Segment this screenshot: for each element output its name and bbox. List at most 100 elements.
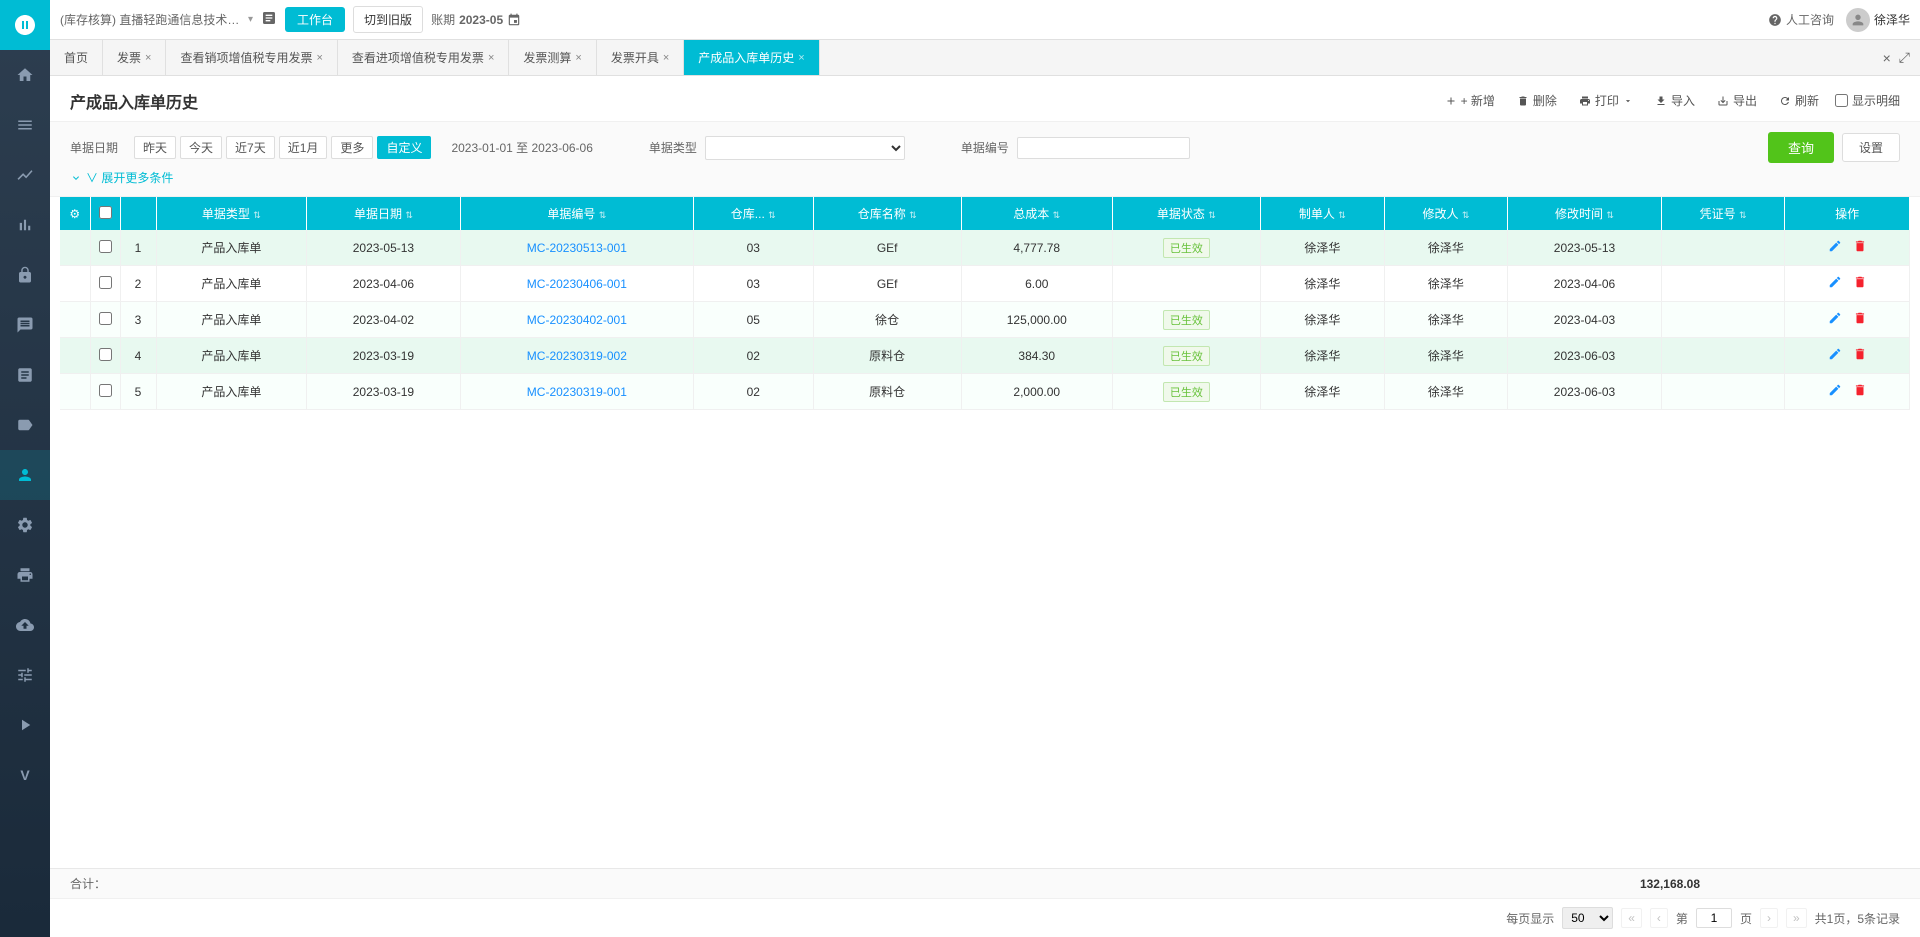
date-yesterday-btn[interactable]: 昨天 [134,136,176,159]
sidebar-item-config[interactable] [0,650,50,700]
date-today-btn[interactable]: 今天 [180,136,222,159]
row-number-cell[interactable]: MC-20230402-001 [460,302,693,338]
sidebar-item-lock[interactable] [0,250,50,300]
refresh-button[interactable]: 刷新 [1773,88,1825,113]
tab-input-vat[interactable]: 查看进项增值税专用发票 × [338,40,509,75]
row-number-link[interactable]: MC-20230513-001 [527,241,627,255]
tab-invoice[interactable]: 发票 × [103,40,166,75]
date-7days-btn[interactable]: 近7天 [226,136,275,159]
page-number-input[interactable] [1696,908,1732,928]
last-page-button[interactable]: » [1786,908,1807,928]
tab-invoice-issue[interactable]: 发票开具 × [597,40,684,75]
workbench-button[interactable]: 工作台 [285,7,345,32]
sidebar-item-message[interactable] [0,300,50,350]
row-edit-button[interactable] [1824,381,1846,402]
tab-close-icon[interactable]: × [316,52,322,64]
expand-more-button[interactable]: ∨ 展开更多条件 [70,169,173,186]
delete-button[interactable]: 删除 [1511,88,1563,113]
tab-invoice-calc[interactable]: 发票测算 × [509,40,596,75]
sidebar-item-analytics[interactable] [0,200,50,250]
next-page-button[interactable]: › [1760,908,1778,928]
tab-close-icon[interactable]: × [663,52,669,64]
row-number-link[interactable]: MC-20230319-002 [527,349,627,363]
col-type[interactable]: 单据类型 ⇅ [156,197,307,230]
per-page-select[interactable]: 50 100 [1562,907,1613,929]
col-warehouse-code[interactable]: 仓库... ⇅ [694,197,813,230]
row-number-cell[interactable]: MC-20230513-001 [460,230,693,266]
sidebar-item-home[interactable] [0,50,50,100]
tab-close-active-icon[interactable]: × [798,52,804,64]
row-edit-button[interactable] [1824,345,1846,366]
show-detail-checkbox-label[interactable]: 显示明细 [1835,92,1900,109]
date-1month-btn[interactable]: 近1月 [279,136,328,159]
sidebar-item-version[interactable]: V [0,750,50,800]
sidebar-item-print[interactable] [0,550,50,600]
new-button[interactable]: + 新增 [1439,88,1501,113]
tab-close-icon[interactable]: × [488,52,494,64]
date-custom-btn[interactable]: 自定义 [377,136,431,159]
tab-close-icon[interactable]: × [575,52,581,64]
col-creator[interactable]: 制单人 ⇅ [1261,197,1385,230]
select-all-checkbox[interactable] [99,206,112,219]
row-checkbox-cell[interactable] [90,230,120,266]
tab-close-icon[interactable]: × [145,52,151,64]
col-settings[interactable]: ⚙ [60,197,90,230]
user-menu[interactable]: 徐泽华 [1846,8,1910,32]
sidebar-item-upload[interactable] [0,600,50,650]
row-checkbox[interactable] [99,276,112,289]
settings-button[interactable]: 设置 [1842,133,1900,162]
col-date[interactable]: 单据日期 ⇅ [307,197,461,230]
tab-product-instock-history[interactable]: 产成品入库单历史 × [684,40,819,75]
row-checkbox-cell[interactable] [90,266,120,302]
row-checkbox[interactable] [99,384,112,397]
row-number-cell[interactable]: MC-20230406-001 [460,266,693,302]
row-delete-button[interactable] [1849,345,1871,366]
sidebar-item-chart[interactable] [0,150,50,200]
tab-sales-vat[interactable]: 查看销项增值税专用发票 × [166,40,337,75]
row-checkbox-cell[interactable] [90,374,120,410]
tab-expand-button[interactable]: ⤢ [1899,49,1910,66]
date-more-btn[interactable]: 更多 [331,136,373,159]
row-number-link[interactable]: MC-20230402-001 [527,313,627,327]
col-warehouse-name[interactable]: 仓库名称 ⇅ [813,197,961,230]
sidebar-item-doc[interactable] [0,350,50,400]
sidebar-item-user[interactable] [0,450,50,500]
query-button[interactable]: 查询 [1768,132,1834,163]
row-checkbox[interactable] [99,348,112,361]
row-number-link[interactable]: MC-20230406-001 [527,277,627,291]
col-status[interactable]: 单据状态 ⇅ [1112,197,1260,230]
row-number-link[interactable]: MC-20230319-001 [527,385,627,399]
show-detail-checkbox[interactable] [1835,94,1848,107]
row-edit-button[interactable] [1824,309,1846,330]
row-delete-button[interactable] [1849,309,1871,330]
doc-icon[interactable] [261,10,277,29]
help-button[interactable]: 人工咨询 [1768,11,1834,28]
switch-old-version-button[interactable]: 切到旧版 [353,6,423,33]
col-checkbox[interactable] [90,197,120,230]
number-filter-input[interactable] [1017,137,1190,159]
tab-close-all-button[interactable]: × [1883,50,1891,66]
sidebar-item-settings[interactable] [0,500,50,550]
row-edit-button[interactable] [1824,237,1846,258]
sidebar-item-menu[interactable] [0,100,50,150]
col-voucher[interactable]: 凭证号 ⇅ [1661,197,1785,230]
row-checkbox[interactable] [99,312,112,325]
row-number-cell[interactable]: MC-20230319-001 [460,374,693,410]
row-checkbox-cell[interactable] [90,302,120,338]
row-delete-button[interactable] [1849,237,1871,258]
title-dropdown-arrow[interactable]: ▾ [248,14,253,25]
col-modifier[interactable]: 修改人 ⇅ [1384,197,1508,230]
row-delete-button[interactable] [1849,273,1871,294]
sidebar-item-tag[interactable] [0,400,50,450]
type-filter-select[interactable] [705,136,905,160]
prev-page-button[interactable]: ‹ [1650,908,1668,928]
col-modify-time[interactable]: 修改时间 ⇅ [1508,197,1662,230]
col-total-cost[interactable]: 总成本 ⇅ [961,197,1112,230]
col-number[interactable]: 单据编号 ⇅ [460,197,693,230]
sidebar-item-run[interactable] [0,700,50,750]
first-page-button[interactable]: « [1621,908,1642,928]
row-edit-button[interactable] [1824,273,1846,294]
row-delete-button[interactable] [1849,381,1871,402]
export-button[interactable]: 导出 [1711,88,1763,113]
row-checkbox[interactable] [99,240,112,253]
